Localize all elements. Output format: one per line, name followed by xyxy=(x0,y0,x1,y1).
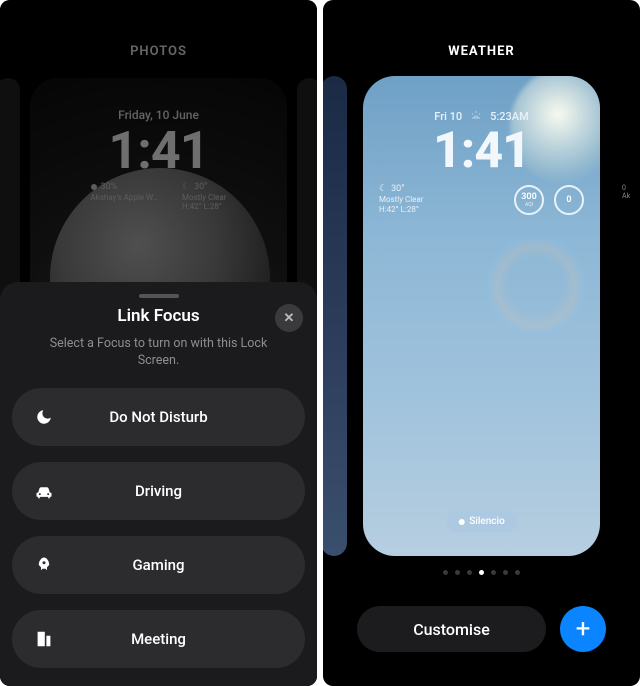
close-button[interactable]: ✕ xyxy=(275,304,303,332)
rocket-icon xyxy=(34,556,54,574)
aqi-ring-widget: 300 AQI xyxy=(514,185,544,215)
pager-dot xyxy=(443,570,448,575)
uv-ring-widget: 0 xyxy=(554,185,584,215)
building-icon xyxy=(34,630,54,648)
page-indicator[interactable] xyxy=(323,570,640,575)
gallery-category-label: WEATHER xyxy=(323,44,640,59)
lockscreen-widgets: 30% Akshay's Apple W… ☾30° Mostly Clear … xyxy=(30,182,287,212)
next-lockscreen-peek[interactable]: 0 Ak xyxy=(616,76,640,556)
pager-dot xyxy=(503,570,508,575)
ring-widgets: 300 AQI 0 xyxy=(514,185,584,215)
customise-button[interactable]: Customise xyxy=(357,606,546,652)
sheet-title: Link Focus xyxy=(117,306,199,326)
linked-focus-pill[interactable]: Silencio xyxy=(446,511,517,532)
focus-item-label: Meeting xyxy=(131,630,186,648)
focus-pill-label: Silencio xyxy=(469,516,505,527)
bottom-actions: Customise + xyxy=(357,606,606,652)
battery-ring-icon xyxy=(91,184,97,190)
moon-icon xyxy=(34,408,54,426)
plus-icon: + xyxy=(576,614,591,644)
add-button[interactable]: + xyxy=(560,606,606,652)
sheet-grabber[interactable] xyxy=(139,294,179,298)
gallery-category-label: PHOTOS xyxy=(0,44,317,59)
focus-item-label: Gaming xyxy=(132,556,184,574)
close-icon: ✕ xyxy=(284,311,295,326)
car-icon xyxy=(34,483,54,499)
battery-widget: 30% Akshay's Apple W… xyxy=(91,182,159,212)
pager-dot-active xyxy=(479,570,484,575)
pager-dot xyxy=(455,570,460,575)
lens-flare xyxy=(486,236,586,336)
sheet-subtitle: Select a Focus to turn on with this Lock… xyxy=(36,336,281,370)
focus-item-label: Do Not Disturb xyxy=(109,408,207,426)
pager-dot xyxy=(467,570,472,575)
focus-do-not-disturb[interactable]: Do Not Disturb xyxy=(12,388,305,446)
lockscreen-time: 1:41 xyxy=(30,120,287,181)
focus-driving[interactable]: Driving xyxy=(12,462,305,520)
pager-dot xyxy=(491,570,496,575)
focus-dot-icon xyxy=(458,519,464,525)
focus-item-label: Driving xyxy=(135,482,182,500)
left-screenshot: PHOTOS Friday, 10 June 1:41 30% Akshay's… xyxy=(0,0,317,686)
right-screenshot: WEATHER 0 Ak Fri 10 5:23AM 1:41 ☾30° Mos… xyxy=(323,0,640,686)
focus-meeting[interactable]: Meeting xyxy=(12,610,305,668)
moon-icon: ☾ xyxy=(182,182,190,193)
moon-icon: ☾ xyxy=(379,184,387,195)
link-focus-sheet: Link Focus ✕ Select a Focus to turn on w… xyxy=(0,282,317,686)
prev-lockscreen-peek[interactable] xyxy=(323,76,347,556)
pager-dot xyxy=(515,570,520,575)
weather-widget: ☾30° Mostly Clear H:42° L:28° xyxy=(182,182,226,212)
peek-widget-text: 0 Ak xyxy=(622,184,630,201)
weather-widget: ☾30° Mostly Clear H:42° L:28° xyxy=(379,184,423,215)
lockscreen-preview-card[interactable]: Fri 10 5:23AM 1:41 ☾30° Mostly Clear H:4… xyxy=(363,76,600,556)
lockscreen-time: 1:41 xyxy=(363,122,600,180)
lockscreen-widgets: ☾30° Mostly Clear H:42° L:28° 300 AQI 0 xyxy=(379,184,584,215)
focus-gaming[interactable]: Gaming xyxy=(12,536,305,594)
